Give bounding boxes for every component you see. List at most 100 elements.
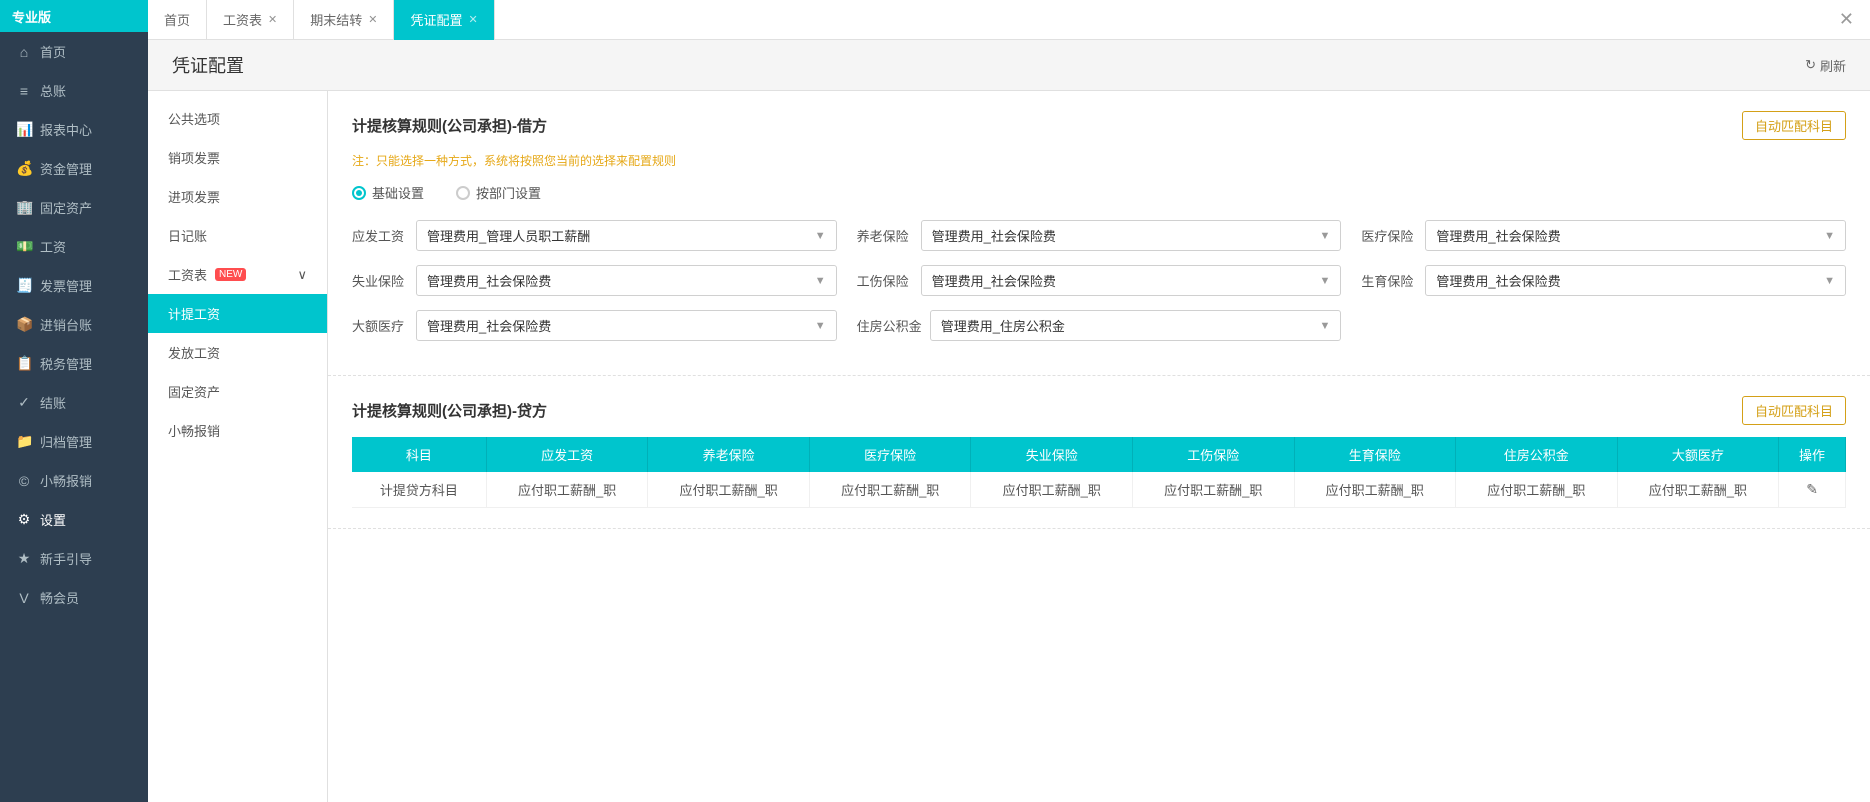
- sidebar-item-archive[interactable]: 📁 归档管理: [0, 422, 148, 461]
- sidebar-label-salary: 工资: [40, 237, 66, 256]
- tab-period-close[interactable]: ✕: [368, 13, 377, 26]
- left-nav: 公共选项 销项发票 进项发票 日记账 工资表 NEW ∨ 计提工资: [148, 91, 328, 802]
- cell-maternity: 应付职工薪酬_职: [1294, 472, 1456, 508]
- edit-icon[interactable]: ✎: [1806, 481, 1818, 497]
- xiaochang-icon: ©: [16, 473, 32, 489]
- page-header: 凭证配置 ↻ 刷新: [148, 40, 1870, 91]
- select-pension[interactable]: 管理费用_社会保险费 ▼: [921, 220, 1342, 251]
- field-medical: 医疗保险 管理费用_社会保险费 ▼: [1361, 220, 1846, 251]
- nav-fixed-assets[interactable]: 固定资产: [148, 372, 327, 411]
- nav-calc-salary[interactable]: 计提工资: [148, 294, 327, 333]
- nav-public-options[interactable]: 公共选项: [148, 99, 327, 138]
- col-header-large-medical: 大额医疗: [1617, 437, 1779, 472]
- select-gross-salary[interactable]: 管理费用_管理人员职工薪酬 ▼: [416, 220, 837, 251]
- page-title: 凭证配置: [172, 52, 244, 78]
- nav-salary-table[interactable]: 工资表 NEW ∨: [148, 255, 327, 294]
- form-row-2: 失业保险 管理费用_社会保险费 ▼ 工伤保险 管理费用_社会保险费 ▼: [352, 265, 1846, 296]
- select-large-medical[interactable]: 管理费用_社会保险费 ▼: [416, 310, 837, 341]
- tab-salary-label: 工资表: [223, 10, 262, 29]
- label-unemployment: 失业保险: [352, 271, 408, 290]
- nav-journal[interactable]: 日记账: [148, 216, 327, 255]
- cell-operation: ✎: [1779, 472, 1846, 508]
- table-row: 计提贷方科目 应付职工薪酬_职 应付职工薪酬_职 应付职工薪酬_职 应付职工薪酬…: [352, 472, 1846, 508]
- select-housing-value: 管理费用_住房公积金: [941, 316, 1065, 335]
- col-header-operation: 操作: [1779, 437, 1846, 472]
- tab-period-end[interactable]: 期末结转 ✕: [294, 0, 394, 40]
- expand-icon: ∨: [297, 267, 307, 283]
- select-medical-value: 管理费用_社会保险费: [1436, 226, 1560, 245]
- tab-home[interactable]: 首页: [148, 0, 207, 40]
- close-window-button[interactable]: ✕: [1823, 9, 1870, 30]
- nav-purchase-invoice[interactable]: 进项发票: [148, 177, 327, 216]
- field-housing-fund: 住房公积金 管理费用_住房公积金 ▼: [857, 310, 1342, 341]
- sidebar-header: 专业版: [0, 0, 148, 32]
- label-maternity: 生育保险: [1361, 271, 1417, 290]
- select-injury[interactable]: 管理费用_社会保险费 ▼: [921, 265, 1342, 296]
- tab-salary-close[interactable]: ✕: [268, 13, 277, 26]
- refresh-button[interactable]: ↻ 刷新: [1805, 56, 1846, 75]
- nav-sales-invoice[interactable]: 销项发票: [148, 138, 327, 177]
- nav-label-salary-table: 工资表: [168, 265, 207, 284]
- section1-header: 计提核算规则(公司承担)-借方 自动匹配科目: [352, 111, 1846, 140]
- archive-icon: 📁: [16, 433, 32, 450]
- sidebar-item-home[interactable]: ⌂ 首页: [0, 32, 148, 71]
- nav-label-purchase: 进项发票: [168, 187, 220, 206]
- sidebar-item-xiaochang[interactable]: © 小畅报销: [0, 461, 148, 500]
- nav-label-journal: 日记账: [168, 226, 207, 245]
- sidebar-label-ledger: 总账: [40, 81, 66, 100]
- cell-injury: 应付职工薪酬_职: [1132, 472, 1294, 508]
- sidebar-label-home: 首页: [40, 42, 66, 61]
- cell-housing: 应付职工薪酬_职: [1456, 472, 1618, 508]
- tab-home-label: 首页: [164, 10, 190, 29]
- sidebar-item-settings[interactable]: ⚙ 设置: [0, 500, 148, 539]
- field-injury: 工伤保险 管理费用_社会保险费 ▼: [857, 265, 1342, 296]
- nav-label-pay: 发放工资: [168, 343, 220, 362]
- tab-voucher-close[interactable]: ✕: [469, 13, 478, 26]
- select-lm-value: 管理费用_社会保险费: [427, 316, 551, 335]
- col-header-pension: 养老保险: [648, 437, 810, 472]
- settings-icon: ⚙: [16, 511, 32, 528]
- sidebar-item-vip[interactable]: V 畅会员: [0, 578, 148, 617]
- top-bar: 首页 工资表 ✕ 期末结转 ✕ 凭证配置 ✕ ✕: [148, 0, 1870, 40]
- radio-basic[interactable]: 基础设置: [352, 183, 424, 202]
- fixed-assets-icon: 🏢: [16, 199, 32, 216]
- report-icon: 📊: [16, 121, 32, 138]
- tab-salary-table[interactable]: 工资表 ✕: [207, 0, 294, 40]
- chevron-medical: ▼: [1824, 230, 1835, 242]
- select-housing[interactable]: 管理费用_住房公积金 ▼: [930, 310, 1342, 341]
- select-unemployment[interactable]: 管理费用_社会保险费 ▼: [416, 265, 837, 296]
- tax-icon: 📋: [16, 355, 32, 372]
- chevron-unemp: ▼: [815, 275, 826, 287]
- radio-department[interactable]: 按部门设置: [456, 183, 541, 202]
- sidebar-item-purchase-sale[interactable]: 📦 进销台账: [0, 305, 148, 344]
- sidebar-item-fund-management[interactable]: 💰 资金管理: [0, 149, 148, 188]
- auto-match-credit-button[interactable]: 自动匹配科目: [1742, 396, 1846, 425]
- sidebar-item-invoice-management[interactable]: 🧾 发票管理: [0, 266, 148, 305]
- sidebar-item-fixed-assets[interactable]: 🏢 固定资产: [0, 188, 148, 227]
- cell-pension: 应付职工薪酬_职: [648, 472, 810, 508]
- sidebar-label-report: 报表中心: [40, 120, 92, 139]
- section1-notice: 注：只能选择一种方式，系统将按照您当前的选择来配置规则: [352, 152, 1846, 169]
- select-medical[interactable]: 管理费用_社会保险费 ▼: [1425, 220, 1846, 251]
- vip-icon: V: [16, 590, 32, 606]
- select-maternity[interactable]: 管理费用_社会保险费 ▼: [1425, 265, 1846, 296]
- nav-label-public: 公共选项: [168, 109, 220, 128]
- chevron-maternity: ▼: [1824, 275, 1835, 287]
- sidebar-item-salary[interactable]: 💵 工资: [0, 227, 148, 266]
- label-housing: 住房公积金: [857, 316, 922, 335]
- tab-voucher-config[interactable]: 凭证配置 ✕: [394, 0, 494, 40]
- form-row-1: 应发工资 管理费用_管理人员职工薪酬 ▼ 养老保险 管理费用_社会保险费 ▼: [352, 220, 1846, 251]
- nav-xiaochang-expense[interactable]: 小畅报销: [148, 411, 327, 450]
- cell-large-medical: 应付职工薪酬_职: [1617, 472, 1779, 508]
- field-maternity: 生育保险 管理费用_社会保险费 ▼: [1361, 265, 1846, 296]
- sidebar-item-settlement[interactable]: ✓ 结账: [0, 383, 148, 422]
- nav-pay-salary[interactable]: 发放工资: [148, 333, 327, 372]
- sidebar-item-report-center[interactable]: 📊 报表中心: [0, 110, 148, 149]
- chevron-housing: ▼: [1319, 320, 1330, 332]
- auto-match-debit-button[interactable]: 自动匹配科目: [1742, 111, 1846, 140]
- sidebar-label-fixed: 固定资产: [40, 198, 92, 217]
- sidebar-item-general-ledger[interactable]: ≡ 总账: [0, 71, 148, 110]
- sidebar-item-tax-management[interactable]: 📋 税务管理: [0, 344, 148, 383]
- new-badge: NEW: [215, 268, 246, 281]
- sidebar-item-guide[interactable]: ★ 新手引导: [0, 539, 148, 578]
